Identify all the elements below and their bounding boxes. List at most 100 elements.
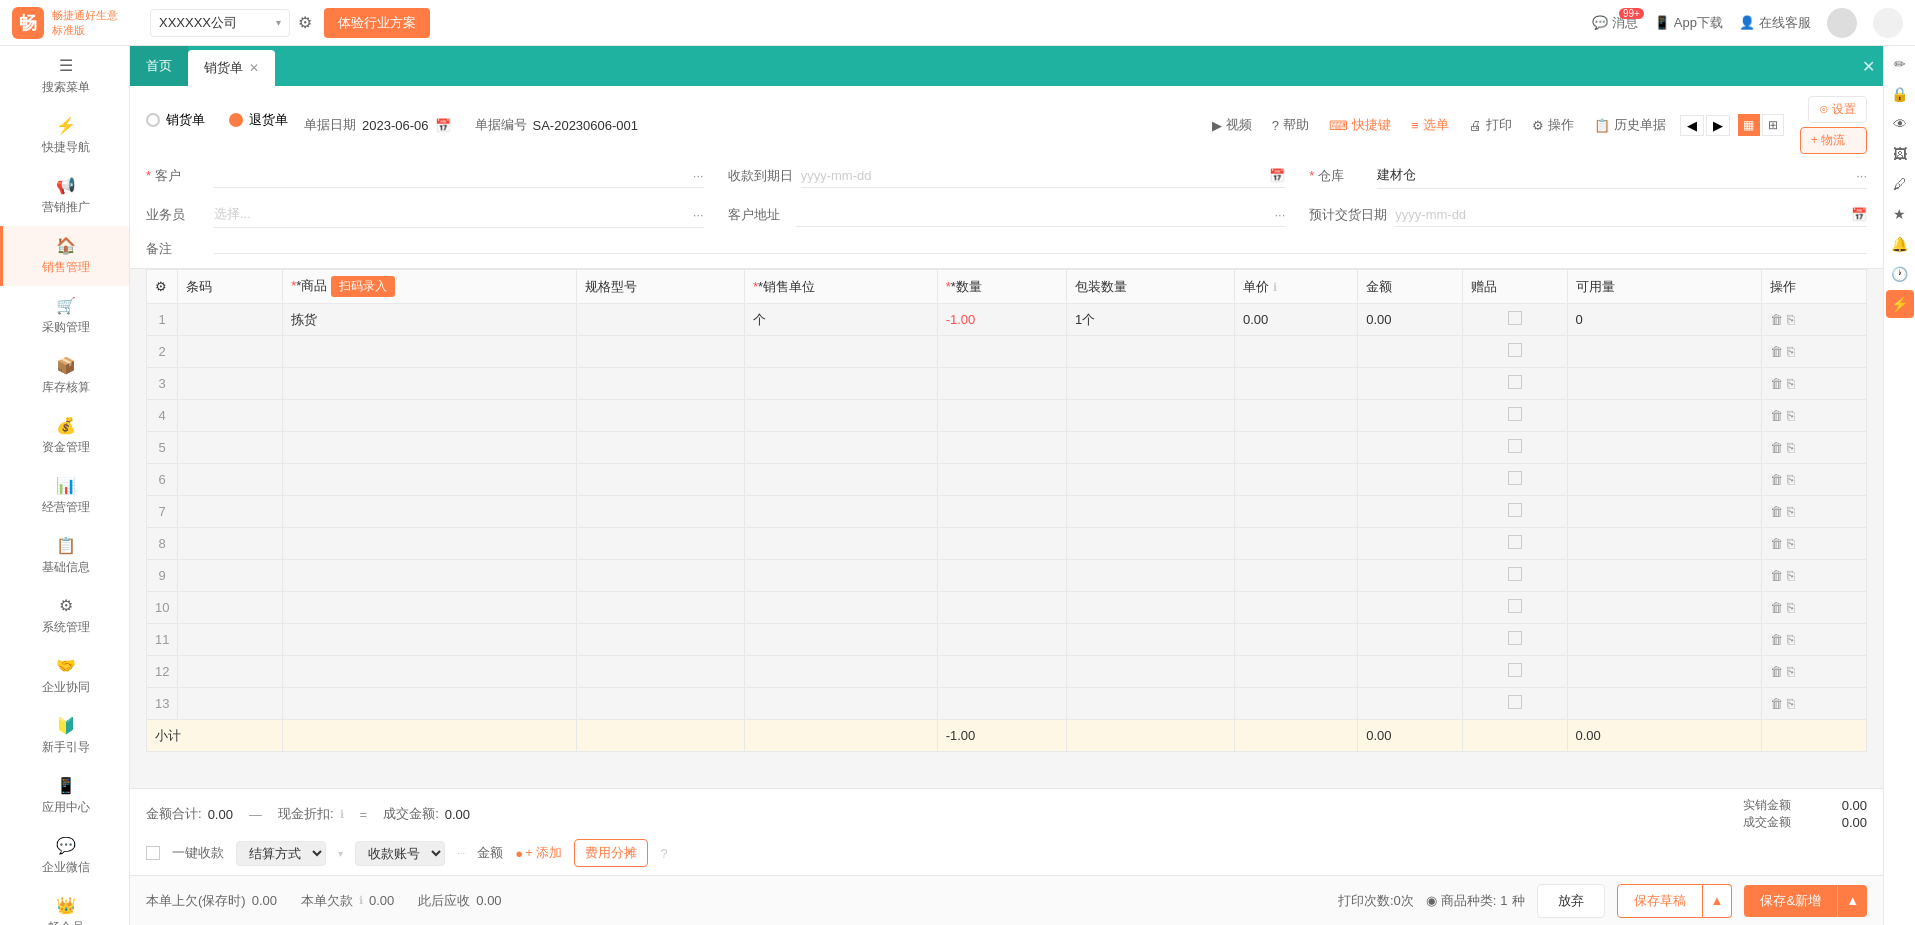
barcode-cell[interactable]	[178, 656, 283, 688]
sidebar-item-operations[interactable]: 📊 经营管理	[0, 466, 129, 526]
delete-icon[interactable]: 🗑	[1770, 696, 1783, 711]
customer-input[interactable]: ···	[214, 164, 704, 188]
right-tool-history[interactable]: 🕐	[1886, 260, 1914, 288]
print-btn[interactable]: 🖨 打印	[1463, 114, 1518, 136]
gift-cell[interactable]	[1462, 368, 1567, 400]
sidebar-item-enterprise[interactable]: 🤝 企业协同	[0, 646, 129, 706]
qty-cell[interactable]	[937, 368, 1066, 400]
pkg-qty-cell[interactable]	[1066, 656, 1234, 688]
tab-close-icon[interactable]: ✕	[249, 61, 259, 75]
unit-price-cell[interactable]	[1234, 656, 1357, 688]
goods-cell[interactable]	[283, 592, 577, 624]
amount-cell[interactable]	[1358, 496, 1463, 528]
pkg-qty-cell[interactable]: 1个	[1066, 304, 1234, 336]
pkg-qty-cell[interactable]	[1066, 528, 1234, 560]
gear-icon[interactable]: ⚙	[298, 13, 312, 32]
unit-cell[interactable]	[745, 560, 938, 592]
expected-date-calendar-icon[interactable]: 📅	[1851, 207, 1867, 222]
pkg-qty-cell[interactable]	[1066, 688, 1234, 720]
barcode-cell[interactable]	[178, 624, 283, 656]
amount-cell[interactable]	[1358, 464, 1463, 496]
pkg-qty-cell[interactable]	[1066, 560, 1234, 592]
unit-cell[interactable]: 个	[745, 304, 938, 336]
sidebar-item-member[interactable]: 👑 畅会员	[0, 886, 129, 925]
right-tool-eye[interactable]: 👁	[1886, 110, 1914, 138]
spec-cell[interactable]	[577, 528, 745, 560]
spec-cell[interactable]	[577, 656, 745, 688]
sidebar-item-app-center[interactable]: 📱 应用中心	[0, 766, 129, 826]
right-tool-image[interactable]: 🖼	[1886, 140, 1914, 168]
delete-icon[interactable]: 🗑	[1770, 664, 1783, 679]
one-click-checkbox[interactable]	[146, 846, 160, 860]
gift-cell[interactable]	[1462, 496, 1567, 528]
copy-icon[interactable]: ⎘	[1787, 408, 1795, 423]
goods-cell[interactable]	[283, 496, 577, 528]
delete-icon[interactable]: 🗑	[1770, 504, 1783, 519]
barcode-cell[interactable]	[178, 400, 283, 432]
filter-btn[interactable]: ≡ 选单	[1405, 114, 1455, 136]
unit-price-cell[interactable]	[1234, 624, 1357, 656]
close-window-icon[interactable]: ✕	[1862, 57, 1875, 76]
unit-cell[interactable]	[745, 336, 938, 368]
copy-icon[interactable]: ⎘	[1787, 376, 1795, 391]
spec-cell[interactable]	[577, 368, 745, 400]
amount-cell[interactable]	[1358, 400, 1463, 432]
sidebar-item-inventory[interactable]: 📦 库存核算	[0, 346, 129, 406]
amount-cell[interactable]	[1358, 560, 1463, 592]
delete-icon[interactable]: 🗑	[1770, 376, 1783, 391]
qty-cell[interactable]: -1.00	[937, 304, 1066, 336]
qty-cell[interactable]	[937, 464, 1066, 496]
goods-type[interactable]: ◉ 商品种类: 1 种	[1426, 892, 1525, 910]
spec-cell[interactable]	[577, 688, 745, 720]
amount-cell[interactable]	[1358, 432, 1463, 464]
spec-cell[interactable]	[577, 336, 745, 368]
qty-cell[interactable]	[937, 432, 1066, 464]
gift-cell[interactable]	[1462, 304, 1567, 336]
pkg-qty-cell[interactable]	[1066, 336, 1234, 368]
gift-cell[interactable]	[1462, 624, 1567, 656]
goods-cell[interactable]	[283, 336, 577, 368]
sidebar-item-basic-info[interactable]: 📋 基础信息	[0, 526, 129, 586]
unit-cell[interactable]	[745, 368, 938, 400]
gift-cell[interactable]	[1462, 688, 1567, 720]
sidebar-item-guide[interactable]: 🔰 新手引导	[0, 706, 129, 766]
salesperson-input[interactable]: 选择... ···	[214, 201, 704, 228]
pkg-qty-cell[interactable]	[1066, 464, 1234, 496]
goods-cell[interactable]	[283, 464, 577, 496]
goods-cell[interactable]	[283, 400, 577, 432]
copy-icon[interactable]: ⎘	[1787, 632, 1795, 647]
amount-cell[interactable]	[1358, 592, 1463, 624]
message-button[interactable]: 💬 消息 99+	[1592, 14, 1638, 32]
unit-cell[interactable]	[745, 432, 938, 464]
goods-cell[interactable]	[283, 560, 577, 592]
unit-price-cell[interactable]	[1234, 400, 1357, 432]
app-download-button[interactable]: 📱 App下载	[1654, 14, 1723, 32]
barcode-cell[interactable]	[178, 464, 283, 496]
save-new-arrow-btn[interactable]: ▲	[1837, 885, 1867, 917]
account-select[interactable]: 收款账号	[355, 841, 445, 866]
gift-cell[interactable]	[1462, 400, 1567, 432]
qty-cell[interactable]	[937, 336, 1066, 368]
unit-cell[interactable]	[745, 496, 938, 528]
right-tool-bell[interactable]: 🔔	[1886, 230, 1914, 258]
unit-price-cell[interactable]	[1234, 336, 1357, 368]
spec-cell[interactable]	[577, 592, 745, 624]
gift-cell[interactable]	[1462, 560, 1567, 592]
scan-btn[interactable]: 扫码录入	[331, 276, 395, 297]
unit-price-cell[interactable]	[1234, 688, 1357, 720]
qty-cell[interactable]	[937, 496, 1066, 528]
unit-cell[interactable]	[745, 464, 938, 496]
pkg-qty-cell[interactable]	[1066, 432, 1234, 464]
flow-btn[interactable]: + 物流	[1800, 127, 1867, 154]
video-btn[interactable]: ▶ 视频	[1206, 114, 1258, 136]
pkg-qty-cell[interactable]	[1066, 400, 1234, 432]
due-date-input[interactable]: yyyy-mm-dd 📅	[801, 164, 1286, 188]
prev-btn[interactable]: ◀	[1680, 115, 1704, 136]
pkg-qty-cell[interactable]	[1066, 624, 1234, 656]
barcode-cell[interactable]	[178, 304, 283, 336]
setup-btn[interactable]: ⊙ 设置	[1808, 96, 1867, 123]
sidebar-item-system[interactable]: ⚙ 系统管理	[0, 586, 129, 646]
sidebar-item-search[interactable]: ☰ 搜索菜单	[0, 46, 129, 106]
shortcut-btn[interactable]: ⌨ 快捷键	[1323, 114, 1397, 136]
goods-cell[interactable]	[283, 528, 577, 560]
